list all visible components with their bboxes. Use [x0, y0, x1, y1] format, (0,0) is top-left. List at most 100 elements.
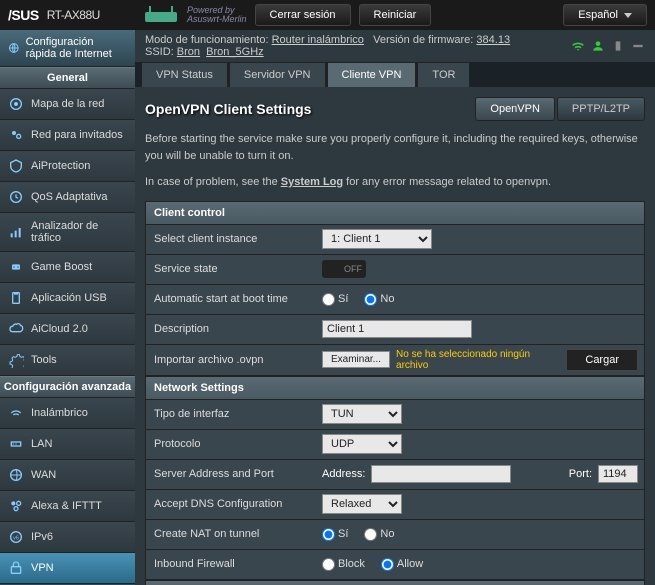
brand-logo: /SUS RT-AX88U: [0, 0, 135, 30]
fw-allow[interactable]: Allow: [381, 558, 423, 571]
auto-start-no[interactable]: No: [364, 293, 394, 306]
intro-text-1: Before starting the service make sure yo…: [145, 131, 645, 164]
globe-icon: [8, 39, 20, 57]
language-selector[interactable]: Español: [563, 4, 647, 26]
usb-app-icon: [8, 290, 24, 306]
gear-icon: [8, 352, 24, 368]
sidebar-item-label: Mapa de la red: [31, 98, 104, 110]
sidebar-item-label: AiProtection: [31, 160, 90, 172]
ipv6-icon: v6: [8, 529, 24, 545]
label-auto-start: Automatic start at boot time: [146, 288, 316, 310]
wireless-icon: [8, 405, 24, 421]
info-bar: Modo de funcionamiento: Router inalámbri…: [135, 30, 655, 62]
chart-icon: [8, 224, 24, 240]
browse-button[interactable]: Examinar...: [322, 351, 390, 368]
mode-link[interactable]: Router inalámbrico: [272, 34, 364, 46]
sidebar-item-mapa-de-la-red[interactable]: Mapa de la red: [0, 89, 135, 120]
sidebar-item-tools[interactable]: Tools: [0, 345, 135, 376]
intro-text-2: In case of problem, see the System Log f…: [145, 174, 645, 191]
tab-tor[interactable]: TOR: [417, 62, 470, 87]
tab-servidor-vpn[interactable]: Servidor VPN: [229, 62, 326, 87]
sidebar-item-aicloud-2-0[interactable]: AiCloud 2.0: [0, 314, 135, 345]
label-import: Importar archivo .ovpn: [146, 349, 316, 371]
label-service-state: Service state: [146, 258, 316, 280]
sidebar-item-label: VPN: [31, 562, 54, 574]
label-protocol: Protocolo: [146, 433, 316, 455]
sidebar-item-label: Game Boost: [31, 261, 92, 273]
powered-by: Powered byAsuswrt-Merlin: [187, 6, 247, 24]
port-label: Port:: [569, 468, 592, 480]
guest-icon: [8, 127, 24, 143]
nat-no[interactable]: No: [364, 528, 394, 541]
chevron-down-icon: [624, 13, 632, 18]
sidebar-item-label: Tools: [31, 354, 57, 366]
reboot-button[interactable]: Reiniciar: [359, 4, 432, 26]
protocol-select[interactable]: UDP: [322, 434, 402, 454]
sidebar-item-label: LAN: [31, 438, 52, 450]
user-icon[interactable]: [591, 39, 605, 53]
sidebar-item-game-boost[interactable]: Game Boost: [0, 252, 135, 283]
sidebar-item-lan[interactable]: LAN: [0, 429, 135, 460]
logout-button[interactable]: Cerrar sesión: [255, 4, 351, 26]
addr-label: Address:: [322, 468, 365, 480]
sidebar-item-aplicaci-n-usb[interactable]: Aplicación USB: [0, 283, 135, 314]
tab-vpn-status[interactable]: VPN Status: [141, 62, 228, 87]
sidebar-item-red-para-invitados[interactable]: Red para invitados: [0, 120, 135, 151]
quick-setup-link[interactable]: Configuración rápida de Internet: [0, 30, 135, 67]
sidebar-item-label: WAN: [31, 469, 56, 481]
group-client-control: Client control: [145, 201, 645, 225]
wifi-icon[interactable]: [571, 39, 585, 53]
subtab-pptp[interactable]: PPTP/L2TP: [557, 97, 645, 121]
label-dns: Accept DNS Configuration: [146, 493, 316, 515]
usb-icon[interactable]: [611, 39, 625, 53]
page-title: OpenVPN Client Settings: [145, 101, 311, 117]
sidebar-item-label: IPv6: [31, 531, 53, 543]
upload-button[interactable]: Cargar: [566, 349, 638, 371]
nat-yes[interactable]: Sí: [322, 528, 348, 541]
iface-select[interactable]: TUN: [322, 404, 402, 424]
ssid-1: Bron: [177, 46, 200, 58]
network-map-icon: [8, 96, 24, 112]
client-instance-select[interactable]: 1: Client 1: [322, 229, 432, 249]
label-description: Description: [146, 318, 316, 340]
sidebar-item-inal-mbrico[interactable]: Inalámbrico: [0, 398, 135, 429]
sidebar-item-label: Alexa & IFTTT: [31, 500, 102, 512]
sidebar-item-label: Analizador de tráfico: [31, 220, 127, 244]
auto-start-yes[interactable]: Sí: [322, 293, 348, 306]
sidebar-item-qos-adaptativa[interactable]: QoS Adaptativa: [0, 182, 135, 213]
wan-icon: [8, 467, 24, 483]
sidebar-item-vpn[interactable]: VPN: [0, 553, 135, 584]
sidebar-item-label: Inalámbrico: [31, 407, 88, 419]
firmware-link[interactable]: 384.13: [476, 34, 510, 46]
dns-select[interactable]: Relaxed: [322, 494, 402, 514]
sidebar-item-analizador-de-tr-fico[interactable]: Analizador de tráfico: [0, 213, 135, 252]
service-state-toggle[interactable]: OFF: [322, 260, 366, 278]
description-input[interactable]: [322, 320, 472, 338]
sidebar-item-wan[interactable]: WAN: [0, 460, 135, 491]
svg-text:v6: v6: [13, 536, 19, 542]
sidebar-item-label: Aplicación USB: [31, 292, 107, 304]
fw-block[interactable]: Block: [322, 558, 365, 571]
port-input[interactable]: [598, 465, 638, 483]
sidebar-item-aiprotection[interactable]: AiProtection: [0, 151, 135, 182]
quick-setup-label: Configuración rápida de Internet: [26, 36, 127, 60]
system-log-link[interactable]: System Log: [281, 176, 343, 188]
sidebar-item-ipv6[interactable]: v6 IPv6: [0, 522, 135, 553]
lan-icon: [8, 436, 24, 452]
tab-cliente-vpn[interactable]: Cliente VPN: [327, 62, 417, 87]
brand-text: /SUS: [8, 7, 39, 23]
general-header: General: [0, 67, 135, 89]
sidebar-item-label: Red para invitados: [31, 129, 123, 141]
link-icon[interactable]: [631, 39, 645, 53]
label-select-client: Select client instance: [146, 228, 316, 250]
cloud-icon: [8, 321, 24, 337]
sidebar-item-label: AiCloud 2.0: [31, 323, 88, 335]
subtab-openvpn[interactable]: OpenVPN: [475, 97, 555, 121]
label-nat: Create NAT on tunnel: [146, 523, 316, 545]
gamepad-icon: [8, 259, 24, 275]
file-status: No se ha seleccionado ningún archivo: [396, 349, 560, 371]
router-icon: [143, 4, 179, 26]
advanced-header: Configuración avanzada: [0, 376, 135, 398]
address-input[interactable]: [371, 465, 511, 483]
sidebar-item-alexa-ifttt[interactable]: Alexa & IFTTT: [0, 491, 135, 522]
